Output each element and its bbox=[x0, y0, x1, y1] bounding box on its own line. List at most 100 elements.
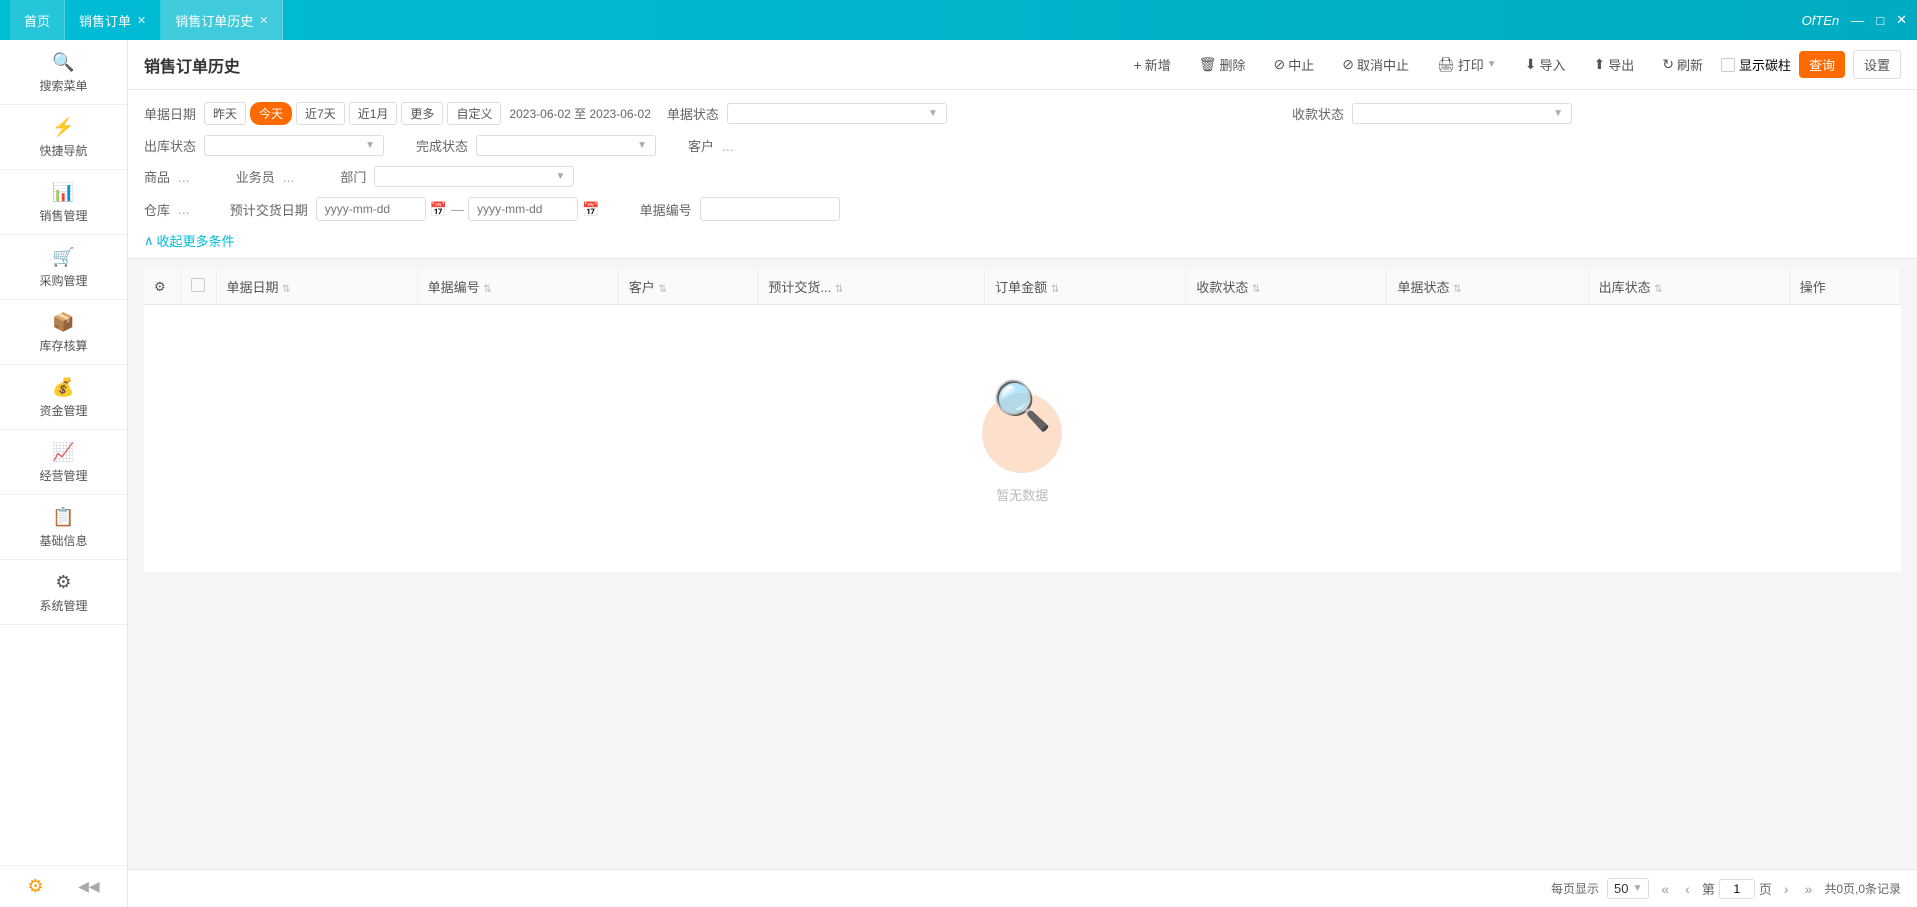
bill-number-input[interactable] bbox=[700, 197, 840, 221]
per-page-select[interactable]: 50 ▼ bbox=[1607, 878, 1649, 899]
per-page-label: 每页显示 bbox=[1551, 880, 1599, 897]
display-columns-checkbox bbox=[1721, 58, 1735, 72]
refresh-label: 刷新 bbox=[1677, 55, 1703, 74]
sort-arrows-customer: ⇅ bbox=[658, 284, 666, 295]
warehouse-picker[interactable]: ... bbox=[178, 201, 190, 217]
th-actions: 操作 bbox=[1789, 269, 1900, 305]
export-button[interactable]: ⬆ 导出 bbox=[1583, 51, 1644, 78]
delivery-status-select[interactable]: ▼ bbox=[204, 135, 384, 156]
sidebar-settings-btn[interactable]: ⚙ bbox=[27, 876, 43, 897]
query-button[interactable]: 查询 bbox=[1799, 51, 1845, 78]
th-check[interactable] bbox=[180, 269, 216, 305]
payment-status-label: 收款状态 bbox=[1292, 104, 1344, 123]
tab-sales-order[interactable]: 销售订单 ✕ bbox=[65, 0, 161, 40]
content-area: 销售订单历史 + 新增 🗑 删除 ⊘ 中止 ⊘ 取消中止 bbox=[128, 40, 1917, 907]
bill-status-select[interactable]: ▼ bbox=[727, 103, 947, 124]
empty-state: 🔍 暂无数据 bbox=[154, 313, 1891, 564]
sidebar-item-finance[interactable]: 💰 资金管理 bbox=[0, 365, 127, 430]
delete-button[interactable]: 🗑 删除 bbox=[1189, 51, 1256, 78]
page-info: 第 页 bbox=[1702, 879, 1772, 899]
new-label: 新增 bbox=[1145, 55, 1171, 74]
date-7days[interactable]: 近7天 bbox=[296, 102, 345, 125]
th-number-label: 单据编号 bbox=[428, 280, 480, 295]
sidebar-item-basics[interactable]: 📋 基础信息 bbox=[0, 495, 127, 560]
department-arrow: ▼ bbox=[555, 171, 565, 182]
sidebar-item-quicknav[interactable]: ⚡ 快捷导航 bbox=[0, 105, 127, 170]
sidebar-bottom: ⚙ ◀◀ bbox=[0, 865, 127, 907]
date-today[interactable]: 今天 bbox=[250, 102, 292, 125]
page-prev-btn[interactable]: ‹ bbox=[1681, 879, 1694, 899]
cancel-stop-button[interactable]: ⊘ 取消中止 bbox=[1332, 51, 1419, 78]
display-columns-toggle[interactable]: 显示碳柱 bbox=[1721, 55, 1791, 74]
new-button[interactable]: + 新增 bbox=[1124, 51, 1181, 78]
th-bill-status[interactable]: 单据状态 ⇅ bbox=[1387, 269, 1588, 305]
page-next-btn[interactable]: › bbox=[1780, 879, 1793, 899]
page-last-btn[interactable]: » bbox=[1801, 879, 1817, 899]
sidebar-collapse-btn[interactable]: ◀◀ bbox=[78, 878, 100, 895]
date-yesterday[interactable]: 昨天 bbox=[204, 102, 246, 125]
th-bill-status-label: 单据状态 bbox=[1397, 280, 1449, 295]
tab-close-sales-history[interactable]: ✕ bbox=[259, 14, 268, 27]
operations-icon: 📈 bbox=[52, 442, 74, 463]
sidebar-item-search[interactable]: 🔍 搜索菜单 bbox=[0, 40, 127, 105]
sort-arrows-payment: ⇅ bbox=[1252, 284, 1260, 295]
date-more[interactable]: 更多 bbox=[401, 102, 443, 125]
sidebar-label-purchase: 采购管理 bbox=[39, 272, 87, 289]
expected-date-filter: 预计交货日期 📅 — 📅 bbox=[230, 197, 600, 221]
empty-icon: 🔍 bbox=[972, 373, 1072, 473]
settings-button[interactable]: 设置 bbox=[1853, 50, 1901, 79]
th-payment-status-label: 收款状态 bbox=[1196, 280, 1248, 295]
expected-date-from[interactable] bbox=[316, 197, 426, 221]
th-amount[interactable]: 订单金额 ⇅ bbox=[985, 269, 1186, 305]
tab-close-sales-order[interactable]: ✕ bbox=[137, 14, 146, 27]
salesperson-picker[interactable]: ... bbox=[283, 169, 295, 185]
collapse-button[interactable]: ∧ 收起更多条件 bbox=[144, 231, 1901, 250]
sidebar-item-sales[interactable]: 📊 销售管理 bbox=[0, 170, 127, 235]
th-number[interactable]: 单据编号 ⇅ bbox=[417, 269, 618, 305]
page-input[interactable] bbox=[1719, 879, 1755, 899]
th-payment-status[interactable]: 收款状态 ⇅ bbox=[1186, 269, 1387, 305]
date-1month[interactable]: 近1月 bbox=[349, 102, 398, 125]
customer-label: 客户 bbox=[688, 136, 714, 155]
import-button[interactable]: ⬇ 导入 bbox=[1515, 51, 1576, 78]
sidebar-item-system[interactable]: ⚙ 系统管理 bbox=[0, 560, 127, 625]
stop-label: 中止 bbox=[1288, 55, 1314, 74]
sidebar-label-basics: 基础信息 bbox=[39, 532, 87, 549]
sales-order-tab-label: 销售订单 bbox=[79, 11, 131, 30]
warehouse-label: 仓库 bbox=[144, 200, 170, 219]
tab-sales-history[interactable]: 销售订单历史 ✕ bbox=[161, 0, 283, 40]
close-window-btn[interactable]: ✕ bbox=[1896, 12, 1907, 28]
cal-icon-to[interactable]: 📅 bbox=[582, 201, 599, 218]
product-picker[interactable]: ... bbox=[178, 169, 190, 185]
page-first-btn[interactable]: « bbox=[1657, 879, 1673, 899]
th-outbound-status[interactable]: 出库状态 ⇅ bbox=[1588, 269, 1789, 305]
stop-button[interactable]: ⊘ 中止 bbox=[1264, 51, 1325, 78]
sidebar-item-inventory[interactable]: 📦 库存核算 bbox=[0, 300, 127, 365]
department-select[interactable]: ▼ bbox=[374, 166, 574, 187]
complete-status-filter: 完成状态 ▼ bbox=[416, 135, 656, 156]
expected-date-to[interactable] bbox=[468, 197, 578, 221]
th-customer[interactable]: 客户 ⇅ bbox=[618, 269, 758, 305]
sidebar-item-purchase[interactable]: 🛒 采购管理 bbox=[0, 235, 127, 300]
refresh-button[interactable]: ↻ 刷新 bbox=[1652, 51, 1713, 78]
print-button[interactable]: 🖨 打印 ▼ bbox=[1427, 51, 1507, 78]
empty-magnify-icon: 🔍 bbox=[992, 377, 1072, 434]
print-icon: 🖨 bbox=[1437, 56, 1455, 73]
th-date[interactable]: 单据日期 ⇅ bbox=[216, 269, 417, 305]
th-gear[interactable]: ⚙ bbox=[144, 269, 180, 305]
date-filter: 单据日期 昨天 今天 近7天 近1月 更多 自定义 2023-06-02 至 2… bbox=[144, 102, 651, 125]
sidebar-item-operations[interactable]: 📈 经营管理 bbox=[0, 430, 127, 495]
minimize-btn[interactable]: — bbox=[1851, 13, 1864, 28]
maximize-btn[interactable]: □ bbox=[1876, 13, 1884, 28]
date-custom[interactable]: 自定义 bbox=[447, 102, 501, 125]
complete-status-select[interactable]: ▼ bbox=[476, 135, 656, 156]
collapse-arrow: ∧ bbox=[144, 233, 154, 249]
header-checkbox[interactable] bbox=[191, 278, 205, 292]
sort-arrows-bill: ⇅ bbox=[1453, 284, 1461, 295]
customer-picker[interactable]: ... bbox=[722, 138, 734, 154]
tab-home[interactable]: 首页 bbox=[10, 0, 65, 40]
sidebar-label-system: 系统管理 bbox=[39, 597, 87, 614]
cal-icon-from[interactable]: 📅 bbox=[430, 201, 447, 218]
payment-status-select[interactable]: ▼ bbox=[1352, 103, 1572, 124]
th-delivery[interactable]: 预计交货... ⇅ bbox=[758, 269, 985, 305]
